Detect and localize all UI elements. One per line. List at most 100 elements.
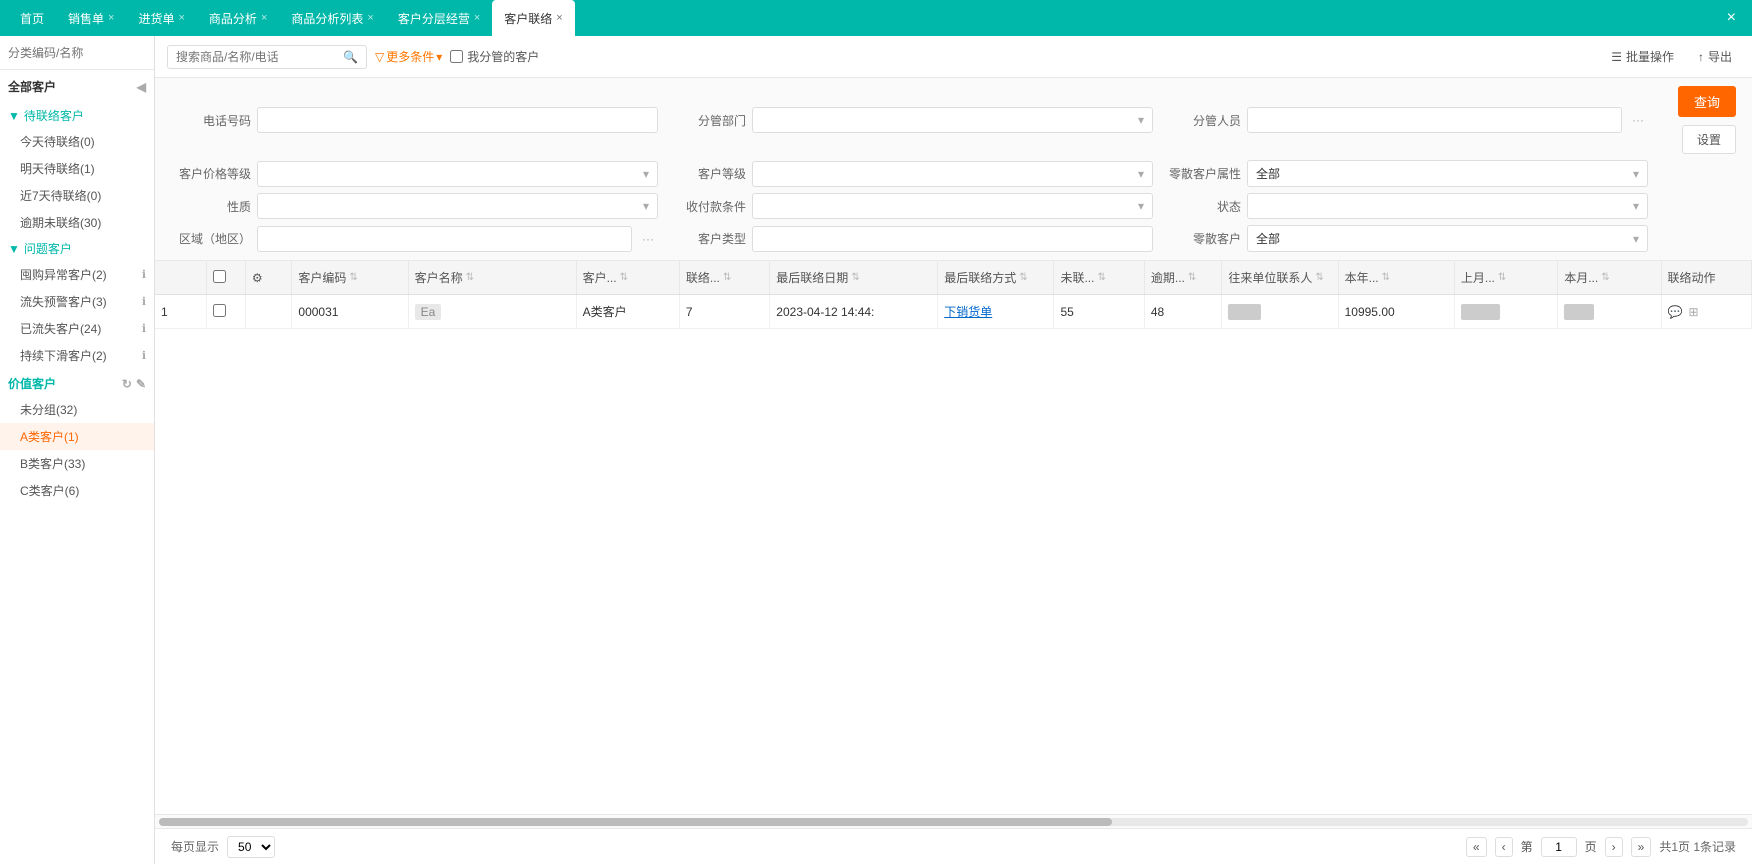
col-contact-sort[interactable]: ⇅ bbox=[723, 272, 731, 283]
filter-status-select[interactable]: ▾ bbox=[1247, 193, 1648, 219]
col-unlink-sort[interactable]: ⇅ bbox=[1097, 272, 1105, 283]
sidebar-all-customers[interactable]: 全部客户 ◀ bbox=[0, 70, 154, 103]
sidebar-item-a-class[interactable]: A类客户(1) bbox=[0, 423, 154, 450]
content-area: 🔍 ▽ 更多条件 ▾ 我分管的客户 ☰ 批量操作 ↑ 导出 bbox=[155, 36, 1752, 864]
sidebar-item-declining[interactable]: 持续下滑客户(2) ℹ bbox=[0, 342, 154, 369]
filter-search-icon[interactable]: 🔍 bbox=[343, 50, 358, 64]
scrollbar-track[interactable] bbox=[159, 818, 1748, 826]
filter-area-dots[interactable]: ··· bbox=[638, 232, 658, 246]
batch-op-btn[interactable]: ☰ 批量操作 bbox=[1603, 44, 1682, 69]
col-name-sort[interactable]: ⇅ bbox=[466, 272, 474, 283]
nav-close-goods[interactable]: × bbox=[261, 12, 267, 24]
nav-close-sales[interactable]: × bbox=[108, 12, 114, 24]
sidebar-item-b-class[interactable]: B类客户(33) bbox=[0, 450, 154, 477]
sidebar-item-c-class[interactable]: C类客户(6) bbox=[0, 477, 154, 504]
last-page-btn[interactable]: » bbox=[1631, 837, 1652, 857]
action-comment-icon[interactable]: 💬 bbox=[1668, 305, 1683, 319]
page-size-select[interactable]: 50 bbox=[227, 836, 275, 858]
filter-price-level-select[interactable]: ▾ bbox=[257, 161, 658, 187]
sidebar-group-waiting[interactable]: ▼ 待联络客户 bbox=[0, 103, 154, 128]
nav-close-goods-list[interactable]: × bbox=[367, 12, 373, 24]
filter-retail-attr-select[interactable]: 全部 ▾ bbox=[1247, 160, 1648, 187]
filter-payment-arrow: ▾ bbox=[1138, 199, 1144, 213]
filter-search-input[interactable] bbox=[176, 50, 343, 64]
col-thismonth-sort[interactable]: ⇅ bbox=[1601, 272, 1609, 283]
window-close-button[interactable]: × bbox=[1719, 9, 1744, 27]
col-lastmonth-sort[interactable]: ⇅ bbox=[1498, 272, 1506, 283]
col-code-sort[interactable]: ⇅ bbox=[349, 272, 357, 283]
cell-checkbox[interactable] bbox=[207, 295, 246, 329]
filter-manager-dots[interactable]: ··· bbox=[1628, 113, 1648, 127]
sidebar-item-hoarding[interactable]: 囤购异常客户(2) ℹ bbox=[0, 261, 154, 288]
sidebar-value-edit-icon[interactable]: ✎ bbox=[136, 377, 146, 391]
nav-home[interactable]: 首页 bbox=[8, 0, 56, 36]
nav-customer-tier[interactable]: 客户分层经营 × bbox=[386, 0, 492, 36]
filter-phone-input[interactable] bbox=[257, 107, 658, 133]
nav-customer-contact[interactable]: 客户联络 × bbox=[492, 0, 574, 36]
sidebar: 🔍 全部客户 ◀ ▼ 待联络客户 今天待联络(0) 明天待联络(1) 近7天待联… bbox=[0, 36, 155, 864]
col-last-date-sort[interactable]: ⇅ bbox=[851, 272, 859, 283]
page-number-input[interactable] bbox=[1541, 837, 1577, 857]
filter-dept-select[interactable]: ▾ bbox=[752, 107, 1153, 133]
nav-close-purchase[interactable]: × bbox=[178, 12, 184, 24]
filter-search-box[interactable]: 🔍 bbox=[167, 45, 367, 69]
last-way-link[interactable]: 下销货单 bbox=[944, 305, 992, 319]
col-overdue-sort[interactable]: ⇅ bbox=[1188, 272, 1196, 283]
row-checkbox[interactable] bbox=[213, 304, 226, 317]
cell-last-way: 下销货单 bbox=[938, 295, 1054, 329]
sidebar-collapse-icon[interactable]: ◀ bbox=[137, 80, 146, 94]
sidebar-value-refresh-icon[interactable]: ↻ bbox=[122, 377, 132, 391]
prev-page-btn[interactable]: ‹ bbox=[1495, 837, 1513, 857]
filter-price-level-arrow: ▾ bbox=[643, 167, 649, 181]
filter-retail-customer-select[interactable]: 全部 ▾ bbox=[1247, 225, 1648, 252]
sidebar-item-week[interactable]: 近7天待联络(0) bbox=[0, 182, 154, 209]
my-customers-checkbox[interactable] bbox=[450, 50, 463, 63]
scrollbar-thumb[interactable] bbox=[159, 818, 1112, 826]
sidebar-item-hoarding-info: ℹ bbox=[142, 268, 146, 281]
filter-area-field: 区域（地区） ··· bbox=[171, 226, 658, 252]
sidebar-item-churn-warning[interactable]: 流失预警客户(3) ℹ bbox=[0, 288, 154, 315]
setting-button[interactable]: 设置 bbox=[1682, 125, 1736, 154]
nav-goods-list[interactable]: 商品分析列表 × bbox=[279, 0, 385, 36]
select-all-checkbox[interactable] bbox=[213, 270, 226, 283]
col-header-last-way: 最后联络方式 ⇅ bbox=[938, 261, 1054, 295]
next-page-btn[interactable]: › bbox=[1605, 837, 1623, 857]
sidebar-item-tomorrow[interactable]: 明天待联络(1) bbox=[0, 155, 154, 182]
filter-customer-type-input[interactable] bbox=[752, 226, 1153, 252]
cell-lastmonth: RE . bbox=[1454, 295, 1557, 329]
export-btn[interactable]: ↑ 导出 bbox=[1690, 44, 1740, 69]
horizontal-scrollbar[interactable] bbox=[155, 814, 1752, 828]
filter-manager-input[interactable] bbox=[1247, 107, 1622, 133]
filter-price-level-field: 客户价格等级 ▾ bbox=[171, 161, 658, 187]
more-conditions-btn[interactable]: ▽ 更多条件 ▾ bbox=[375, 48, 442, 65]
my-customers-check[interactable]: 我分管的客户 bbox=[450, 48, 539, 65]
nav-close-customer-tier[interactable]: × bbox=[474, 12, 480, 24]
action-grid-icon[interactable]: ⊞ bbox=[1688, 305, 1698, 319]
sidebar-item-hoarding-label: 囤购异常客户(2) bbox=[20, 266, 107, 283]
sidebar-group-problem[interactable]: ▼ 问题客户 bbox=[0, 236, 154, 261]
filter-area-input[interactable] bbox=[257, 226, 632, 252]
sidebar-item-overdue[interactable]: 逾期未联络(30) bbox=[0, 209, 154, 236]
sidebar-item-unclassified[interactable]: 未分组(32) bbox=[0, 396, 154, 423]
query-button[interactable]: 查询 bbox=[1678, 86, 1736, 117]
nav-goods-analysis[interactable]: 商品分析 × bbox=[197, 0, 279, 36]
sidebar-item-today[interactable]: 今天待联络(0) bbox=[0, 128, 154, 155]
nav-close-customer-contact[interactable]: × bbox=[556, 12, 562, 24]
cell-code: 000031 bbox=[292, 295, 408, 329]
filter-payment-select[interactable]: ▾ bbox=[752, 193, 1153, 219]
filter-nature-select[interactable]: ▾ bbox=[257, 193, 658, 219]
nav-purchase[interactable]: 进货单 × bbox=[126, 0, 196, 36]
col-header-gear[interactable]: ⚙ bbox=[245, 261, 292, 295]
batch-op-label: 批量操作 bbox=[1626, 48, 1674, 65]
col-thisyear-sort[interactable]: ⇅ bbox=[1382, 272, 1390, 283]
col-last-way-sort[interactable]: ⇅ bbox=[1019, 272, 1027, 283]
sidebar-item-churned[interactable]: 已流失客户(24) ℹ bbox=[0, 315, 154, 342]
col-partner-sort[interactable]: ⇅ bbox=[1315, 272, 1323, 283]
first-page-btn[interactable]: « bbox=[1466, 837, 1487, 857]
col-type-sort[interactable]: ⇅ bbox=[620, 272, 628, 283]
sidebar-search-box[interactable]: 🔍 bbox=[0, 36, 154, 70]
sidebar-item-declining-label: 持续下滑客户(2) bbox=[20, 347, 107, 364]
sidebar-search-input[interactable] bbox=[8, 46, 155, 60]
filter-customer-level-select[interactable]: ▾ bbox=[752, 161, 1153, 187]
nav-sales[interactable]: 销售单 × bbox=[56, 0, 126, 36]
